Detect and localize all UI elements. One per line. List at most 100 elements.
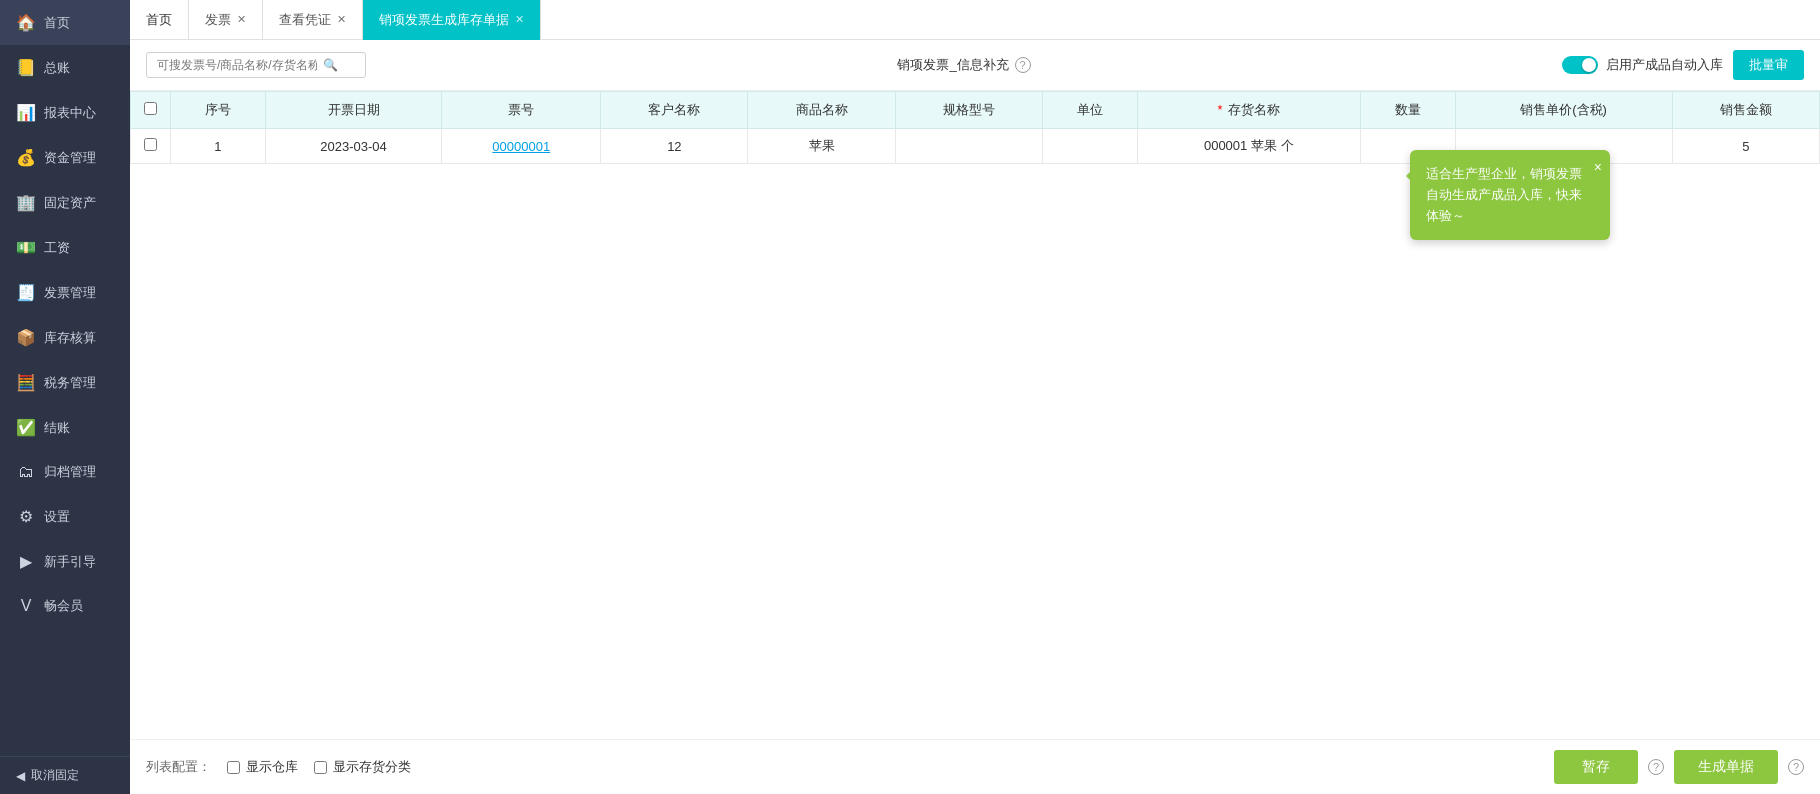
show-inventory-category-checkbox[interactable] [314, 761, 327, 774]
close-icon[interactable]: ✕ [237, 13, 246, 26]
cell-unit [1042, 129, 1137, 164]
sidebar-item-label: 固定资产 [44, 194, 96, 212]
row-checkbox-cell [131, 129, 171, 164]
sidebar-item-archive-management[interactable]: 🗂 归档管理 [0, 450, 130, 494]
bottom-actions: 暂存 ? 生成单据 ? [1554, 750, 1804, 784]
home-icon: 🏠 [16, 13, 36, 32]
payroll-icon: 💵 [16, 238, 36, 257]
sidebar-item-label: 发票管理 [44, 284, 96, 302]
sidebar-item-invoice-management[interactable]: 🧾 发票管理 [0, 270, 130, 315]
search-input[interactable] [157, 58, 317, 72]
save-button[interactable]: 暂存 [1554, 750, 1638, 784]
archive-icon: 🗂 [16, 463, 36, 481]
sidebar-item-inventory[interactable]: 📦 库存核算 [0, 315, 130, 360]
col-spec: 规格型号 [895, 92, 1042, 129]
sidebar-item-fixed-assets[interactable]: 🏢 固定资产 [0, 180, 130, 225]
guide-icon: ▶ [16, 552, 36, 571]
show-inventory-category-group: 显示存货分类 [314, 758, 411, 776]
tab-cancel-invoice-label: 销项发票生成库存单据 [379, 11, 509, 29]
info-help-icon[interactable]: ? [1015, 57, 1031, 73]
sidebar-item-home[interactable]: 🏠 首页 [0, 0, 130, 45]
sidebar-item-label: 工资 [44, 239, 70, 257]
col-count: 数量 [1360, 92, 1455, 129]
sidebar-item-new-guide[interactable]: ▶ 新手引导 [0, 539, 130, 584]
required-star: * [1217, 102, 1222, 117]
search-icon[interactable]: 🔍 [323, 58, 338, 72]
toggle-label: 启用产成品自动入库 [1606, 56, 1723, 74]
search-box[interactable]: 🔍 [146, 52, 366, 78]
sidebar-item-label: 报表中心 [44, 104, 96, 122]
cell-ticket-no[interactable]: 00000001 [442, 129, 601, 164]
sidebar-item-fund-management[interactable]: 💰 资金管理 [0, 135, 130, 180]
col-ticket-no: 票号 [442, 92, 601, 129]
tooltip-wrapper: × 适合生产型企业，销项发票自动生成产成品入库，快来体验～ [1410, 150, 1610, 240]
batch-review-button[interactable]: 批量审 [1733, 50, 1804, 80]
tab-invoice[interactable]: 发票 ✕ [189, 0, 263, 40]
tab-bar: 首页 发票 ✕ 查看凭证 ✕ 销项发票生成库存单据 ✕ [130, 0, 1820, 40]
sidebar-item-general-ledger[interactable]: 📒 总账 [0, 45, 130, 90]
show-warehouse-checkbox[interactable] [227, 761, 240, 774]
sidebar-item-label: 归档管理 [44, 463, 96, 481]
invoice-icon: 🧾 [16, 283, 36, 302]
settlement-icon: ✅ [16, 418, 36, 437]
ledger-icon: 📒 [16, 58, 36, 77]
tooltip-close-button[interactable]: × [1594, 156, 1602, 178]
sidebar-item-label: 税务管理 [44, 374, 96, 392]
sidebar-item-label: 结账 [44, 419, 70, 437]
col-unit: 单位 [1042, 92, 1137, 129]
show-warehouse-group: 显示仓库 [227, 758, 298, 776]
col-open-date: 开票日期 [265, 92, 441, 129]
sidebar-item-label: 资金管理 [44, 149, 96, 167]
fund-icon: 💰 [16, 148, 36, 167]
cell-open-date: 2023-03-04 [265, 129, 441, 164]
bottom-bar: 列表配置： 显示仓库 显示存货分类 暂存 ? 生成单据 ? [130, 739, 1820, 794]
info-section: 销项发票_信息补充 ? [376, 56, 1552, 74]
col-product-name: 商品名称 [748, 92, 895, 129]
tab-view-voucher[interactable]: 查看凭证 ✕ [263, 0, 363, 40]
unpin-icon: ◀ [16, 769, 25, 783]
tooltip-box: × 适合生产型企业，销项发票自动生成产成品入库，快来体验～ [1410, 150, 1610, 240]
report-icon: 📊 [16, 103, 36, 122]
sidebar-item-report-center[interactable]: 📊 报表中心 [0, 90, 130, 135]
toggle-section: 启用产成品自动入库 [1562, 56, 1723, 74]
sidebar-item-label: 首页 [44, 14, 70, 32]
sidebar-item-label: 畅会员 [44, 597, 83, 615]
col-customer: 客户名称 [601, 92, 748, 129]
cell-customer: 12 [601, 129, 748, 164]
gen-help-icon[interactable]: ? [1788, 759, 1804, 775]
tab-home[interactable]: 首页 [130, 0, 189, 40]
settings-icon: ⚙ [16, 507, 36, 526]
toolbar: 🔍 销项发票_信息补充 ? 启用产成品自动入库 批量审 [130, 40, 1820, 91]
unpin-label: 取消固定 [31, 767, 79, 784]
close-icon[interactable]: ✕ [337, 13, 346, 26]
show-warehouse-label: 显示仓库 [246, 758, 298, 776]
cell-amount: 5 [1672, 129, 1819, 164]
sidebar-item-label: 新手引导 [44, 553, 96, 571]
main-area: 首页 发票 ✕ 查看凭证 ✕ 销项发票生成库存单据 ✕ 🔍 销项发票_信息补充 … [130, 0, 1820, 794]
col-amount: 销售金额 [1672, 92, 1819, 129]
sidebar-item-tax-management[interactable]: 🧮 税务管理 [0, 360, 130, 405]
save-help-icon[interactable]: ? [1648, 759, 1664, 775]
inventory-icon: 📦 [16, 328, 36, 347]
sidebar-unpin-button[interactable]: ◀ 取消固定 [0, 756, 130, 794]
sidebar-item-payroll[interactable]: 💵 工资 [0, 225, 130, 270]
cell-inventory-name[interactable]: 000001 苹果 个 [1137, 129, 1360, 164]
info-label: 销项发票_信息补充 [897, 56, 1008, 74]
sidebar-item-membership[interactable]: V 畅会员 [0, 584, 130, 628]
sidebar-item-settings[interactable]: ⚙ 设置 [0, 494, 130, 539]
cell-spec [895, 129, 1042, 164]
generate-button[interactable]: 生成单据 [1674, 750, 1778, 784]
auto-warehouse-toggle[interactable] [1562, 56, 1598, 74]
sidebar-item-label: 总账 [44, 59, 70, 77]
tab-cancel-invoice[interactable]: 销项发票生成库存单据 ✕ [363, 0, 541, 40]
col-seq: 序号 [171, 92, 266, 129]
sidebar-item-settlement[interactable]: ✅ 结账 [0, 405, 130, 450]
tab-home-label: 首页 [146, 11, 172, 29]
row-checkbox[interactable] [144, 138, 157, 151]
list-config-label: 列表配置： [146, 758, 211, 776]
show-inventory-category-label: 显示存货分类 [333, 758, 411, 776]
select-all-checkbox[interactable] [144, 102, 157, 115]
close-icon[interactable]: ✕ [515, 13, 524, 26]
ticket-no-link[interactable]: 00000001 [492, 139, 550, 154]
tab-invoice-label: 发票 [205, 11, 231, 29]
